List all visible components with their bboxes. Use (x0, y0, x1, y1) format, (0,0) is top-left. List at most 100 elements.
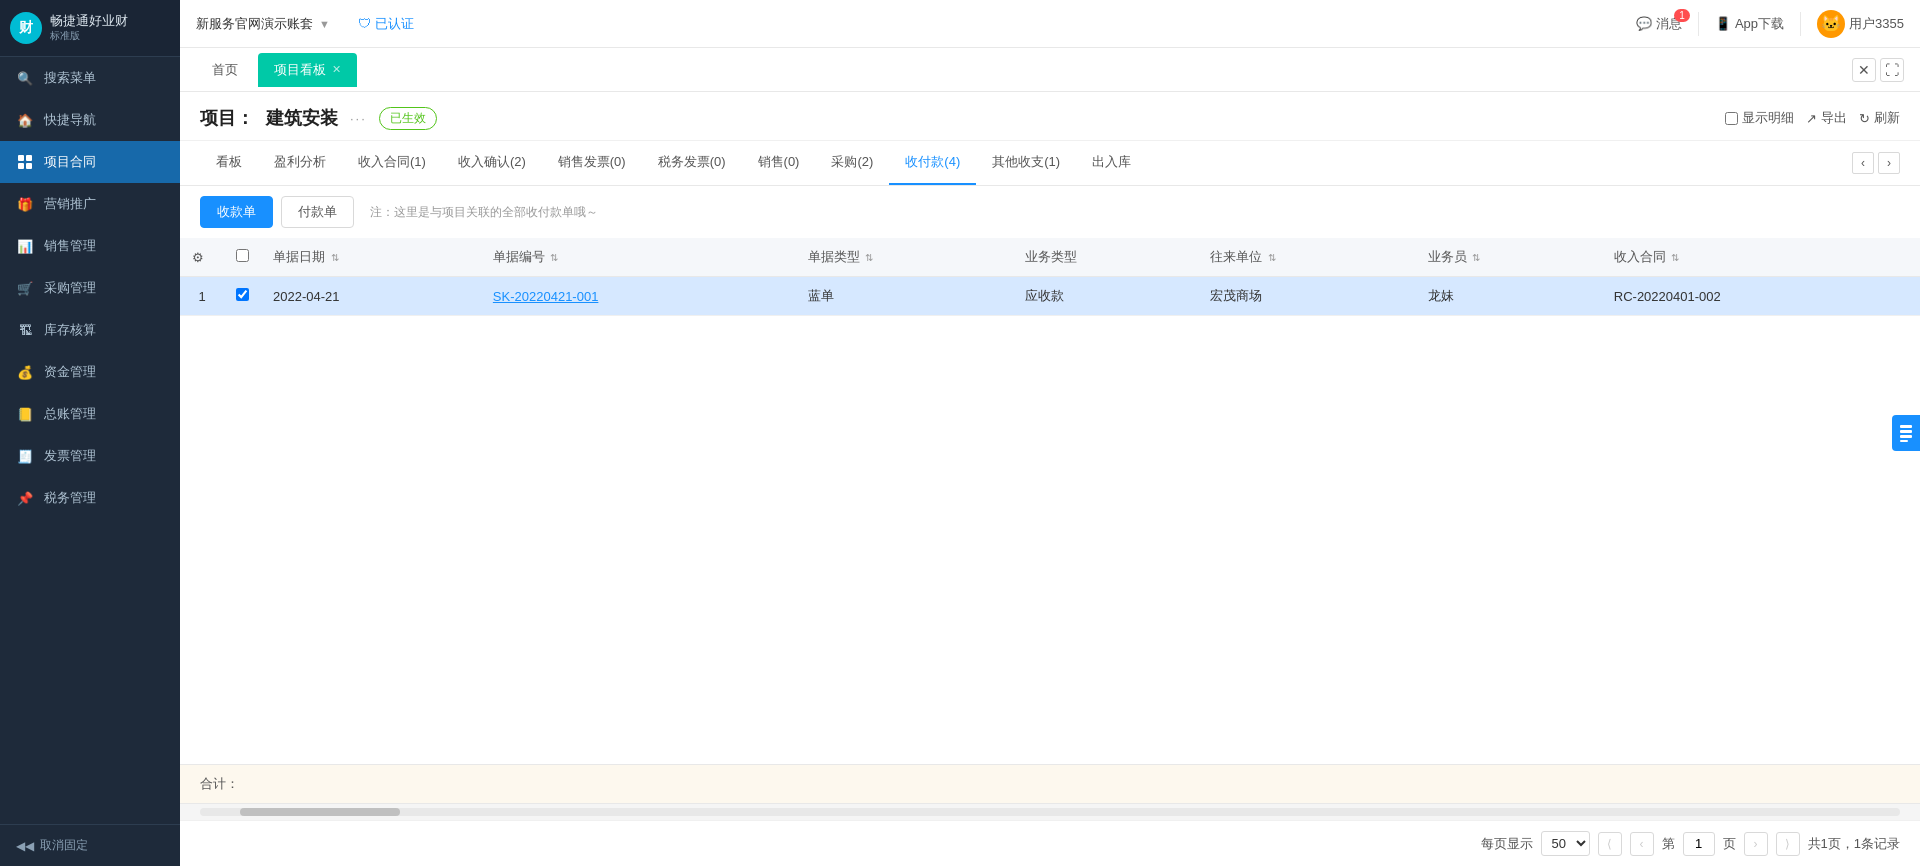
sidebar-item-invoice[interactable]: 🧾 发票管理 (0, 435, 180, 477)
payment-tab-button[interactable]: 付款单 (281, 196, 354, 228)
sidebar-item-label: 快捷导航 (44, 111, 96, 129)
sub-tab-next-button[interactable]: › (1878, 152, 1900, 174)
sidebar-logo-icon: 财 (10, 12, 42, 44)
sort-icon: ⇅ (1268, 252, 1276, 263)
svg-rect-1 (26, 155, 32, 161)
sidebar-item-label: 发票管理 (44, 447, 96, 465)
sub-tab-other-income[interactable]: 其他收支(1) (976, 141, 1076, 185)
page-prev-button[interactable]: ‹ (1630, 832, 1654, 856)
sub-tab-profit[interactable]: 盈利分析 (258, 141, 342, 185)
sub-tab-sales[interactable]: 销售(0) (742, 141, 816, 185)
scrollbar-thumb[interactable] (240, 808, 400, 816)
user-label: 用户3355 (1849, 15, 1904, 33)
row-salesperson-cell: 龙妹 (1416, 277, 1602, 316)
record-link[interactable]: SK-20220421-001 (493, 289, 599, 304)
page-first-button[interactable]: ⟨ (1598, 832, 1622, 856)
sidebar-item-marketing[interactable]: 🎁 营销推广 (0, 183, 180, 225)
col-type-header[interactable]: 单据类型 ⇅ (796, 238, 1014, 277)
sidebar-unpin-button[interactable]: ◀◀ 取消固定 (0, 824, 180, 866)
col-salesperson-header[interactable]: 业务员 ⇅ (1416, 238, 1602, 277)
col-partner-header[interactable]: 往来单位 ⇅ (1198, 238, 1416, 277)
scrollbar-track (200, 808, 1900, 816)
row-date-cell: 2022-04-21 (261, 277, 481, 316)
total-label: 合计： (200, 775, 239, 793)
sidebar-item-funds[interactable]: 💰 资金管理 (0, 351, 180, 393)
sub-tab-sales-invoice[interactable]: 销售发票(0) (542, 141, 642, 185)
row-check-cell[interactable] (224, 277, 261, 316)
sub-tab-purchase[interactable]: 采购(2) (815, 141, 889, 185)
sidebar-item-quicknav[interactable]: 🏠 快捷导航 (0, 99, 180, 141)
unpin-icon: ◀◀ (16, 839, 34, 853)
per-page-select[interactable]: 50 (1541, 831, 1590, 856)
col-gear-header[interactable]: ⚙ (180, 238, 224, 277)
page-next-button[interactable]: › (1744, 832, 1768, 856)
sub-tab-tax-invoice[interactable]: 税务发票(0) (642, 141, 742, 185)
page-number-input[interactable] (1683, 832, 1715, 856)
topbar: 新服务官网演示账套 ▼ 🛡 已认证 💬 消息 1 📱 App下载 🐱 (180, 0, 1920, 48)
project-icon (16, 153, 34, 171)
table-row[interactable]: 1 2022-04-21 SK-20220421-001 蓝单 应收款 宏茂商场… (180, 277, 1920, 316)
sidebar-item-tax[interactable]: 📌 税务管理 (0, 477, 180, 519)
tab-project-board[interactable]: 项目看板 ✕ (258, 53, 357, 87)
tab-home[interactable]: 首页 (196, 53, 254, 87)
sub-tab-prev-button[interactable]: ‹ (1852, 152, 1874, 174)
chevron-down-icon[interactable]: ▼ (319, 18, 330, 30)
sub-tab-warehousing[interactable]: 出入库 (1076, 141, 1147, 185)
total-pages-label: 共1页，1条记录 (1808, 835, 1900, 853)
col-date-header[interactable]: 单据日期 ⇅ (261, 238, 481, 277)
horizontal-scrollbar[interactable] (180, 803, 1920, 820)
sub-tab-income-contract[interactable]: 收入合同(1) (342, 141, 442, 185)
sidebar-item-project[interactable]: 项目合同 (0, 141, 180, 183)
topbar-divider (1698, 12, 1699, 36)
phone-icon: 📱 (1715, 16, 1731, 31)
select-all-checkbox[interactable] (236, 249, 249, 262)
table-wrapper: ⚙ 单据日期 ⇅ 单据编号 ⇅ 单据类型 ⇅ (180, 238, 1920, 764)
sub-tab-receipts[interactable]: 收付款(4) (889, 141, 976, 185)
svg-rect-5 (1900, 430, 1912, 433)
sales-icon: 📊 (16, 237, 34, 255)
sort-icon: ⇅ (1472, 252, 1480, 263)
project-more-icon[interactable]: ··· (350, 111, 367, 126)
gift-icon: 🎁 (16, 195, 34, 213)
user-menu-button[interactable]: 🐱 用户3355 (1817, 10, 1904, 38)
project-title: 建筑安装 (266, 106, 338, 130)
sidebar-item-search[interactable]: 🔍 搜索菜单 (0, 57, 180, 99)
col-check-header[interactable] (224, 238, 261, 277)
message-button[interactable]: 💬 消息 1 (1636, 15, 1682, 33)
export-label: 导出 (1821, 109, 1847, 127)
page-label: 第 (1662, 835, 1675, 853)
sidebar-item-ledger[interactable]: 📒 总账管理 (0, 393, 180, 435)
page-last-button[interactable]: ⟩ (1776, 832, 1800, 856)
message-badge: 1 (1674, 9, 1690, 22)
tab-home-label: 首页 (212, 61, 238, 79)
home-icon: 🏠 (16, 111, 34, 129)
row-checkbox[interactable] (236, 288, 249, 301)
app-download-button[interactable]: 📱 App下载 (1715, 15, 1784, 33)
sidebar-item-inventory[interactable]: 🏗 库存核算 (0, 309, 180, 351)
show-detail-input[interactable] (1725, 112, 1738, 125)
sub-tab-income-confirm[interactable]: 收入确认(2) (442, 141, 542, 185)
show-detail-checkbox[interactable]: 显示明细 (1725, 109, 1794, 127)
col-biz-type-header[interactable]: 业务类型 (1013, 238, 1198, 277)
tab-close-window-button[interactable]: ✕ (1852, 58, 1876, 82)
sub-tab-kanban[interactable]: 看板 (200, 141, 258, 185)
per-page-label: 每页显示 (1481, 835, 1533, 853)
sub-tab-nav: ‹ › (1852, 152, 1900, 174)
row-number-cell[interactable]: SK-20220421-001 (481, 277, 796, 316)
row-gear-cell: 1 (180, 277, 224, 316)
refresh-button[interactable]: ↻ 刷新 (1859, 109, 1900, 127)
svg-rect-7 (1900, 440, 1908, 442)
sidebar-item-sales[interactable]: 📊 销售管理 (0, 225, 180, 267)
col-income-contract-header[interactable]: 收入合同 ⇅ (1602, 238, 1920, 277)
sub-tabs: 看板 盈利分析 收入合同(1) 收入确认(2) 销售发票(0) 税务发票(0) … (180, 141, 1920, 186)
svg-rect-2 (18, 163, 24, 169)
float-action-button[interactable] (1892, 415, 1920, 451)
message-icon: 💬 (1636, 16, 1652, 31)
sidebar-item-purchase[interactable]: 🛒 采购管理 (0, 267, 180, 309)
receipt-tab-button[interactable]: 收款单 (200, 196, 273, 228)
inventory-icon: 🏗 (16, 321, 34, 339)
tab-close-icon[interactable]: ✕ (332, 63, 341, 76)
export-button[interactable]: ↗ 导出 (1806, 109, 1847, 127)
tab-maximize-button[interactable]: ⛶ (1880, 58, 1904, 82)
col-number-header[interactable]: 单据编号 ⇅ (481, 238, 796, 277)
